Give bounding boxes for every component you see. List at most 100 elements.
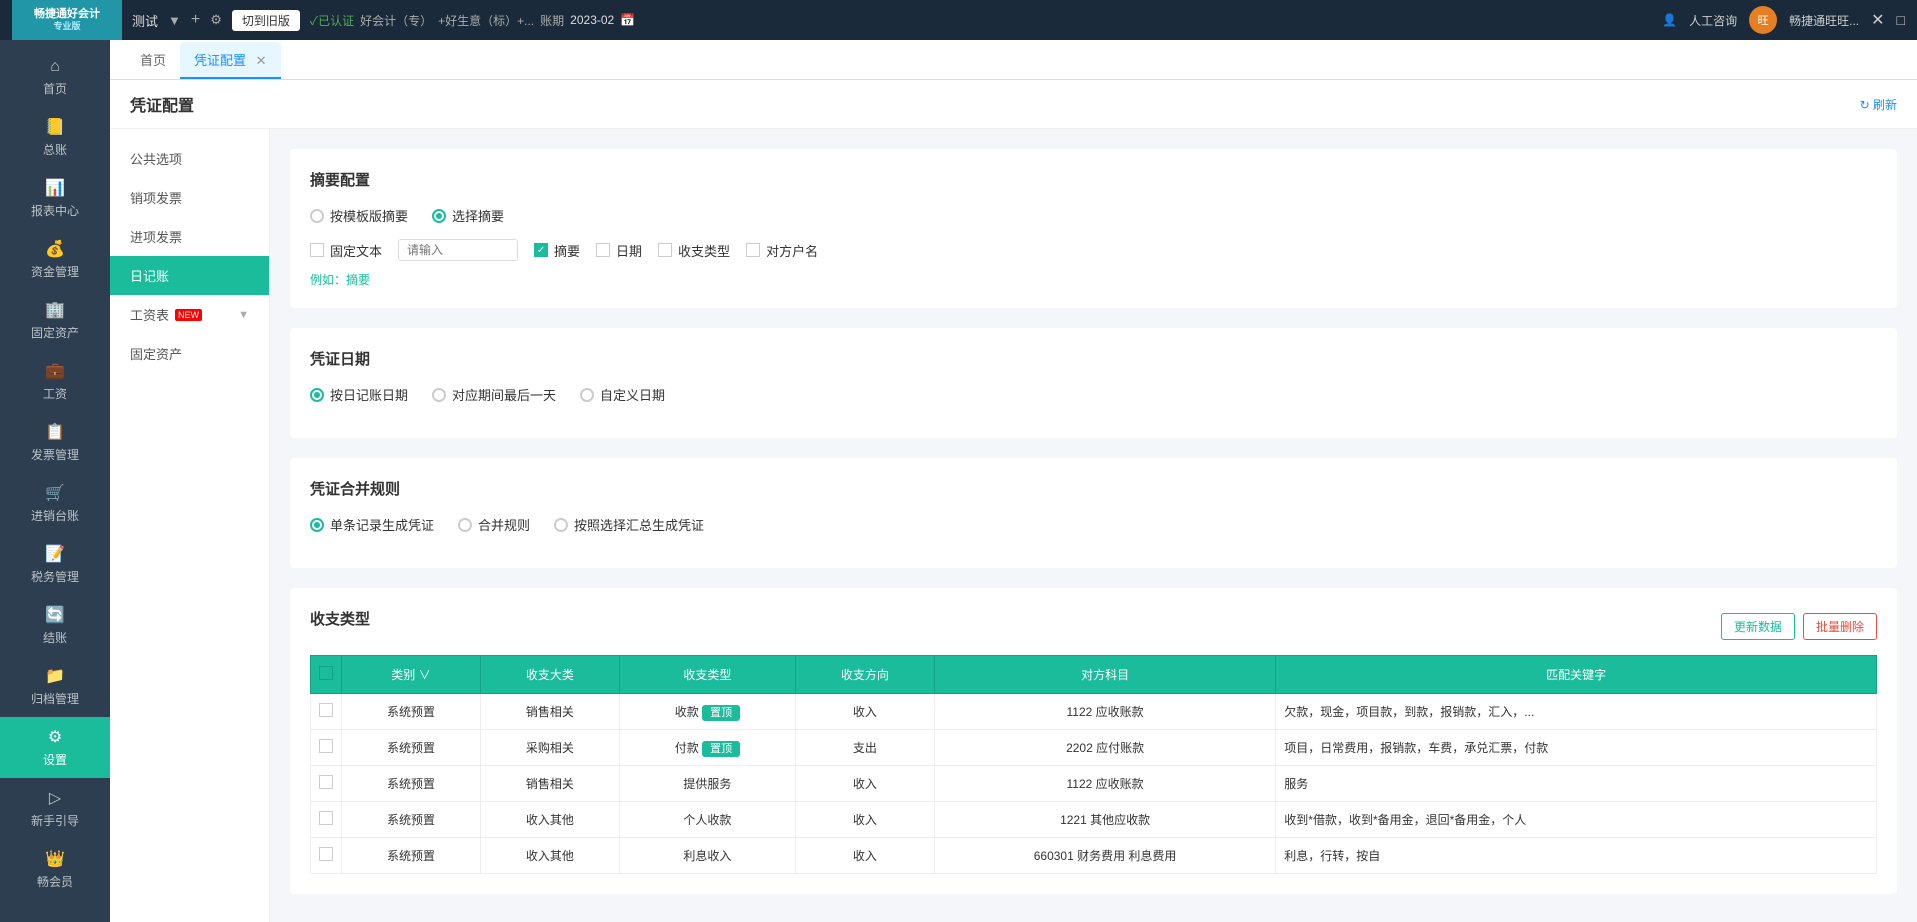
radio-custom-date-circle: [580, 388, 594, 402]
calendar-icon[interactable]: 📅: [620, 13, 635, 27]
radio-merge-rule[interactable]: 合并规则: [458, 515, 530, 534]
sidebar-item-settings[interactable]: ⚙ 设置: [0, 717, 110, 778]
member-icon: 👑: [45, 849, 65, 869]
sidebar-item-tax[interactable]: 📝 税务管理: [0, 534, 110, 595]
tab-voucher-config[interactable]: 凭证配置 ✕: [180, 42, 281, 79]
refresh-button[interactable]: ↻ 刷新: [1860, 96, 1897, 113]
content-body: 公共选项 销项发票 进项发票 日记账 工资表 NEW ▼ 固定资产: [110, 129, 1917, 922]
radio-select-total[interactable]: 按照选择汇总生成凭证: [554, 515, 704, 534]
row-checkbox-3[interactable]: [311, 802, 342, 838]
income-expense-table: 类别 ∨ 收支大类 收支类型 收支方向 对方科目 匹配关键字: [310, 655, 1877, 874]
sidebar-item-member[interactable]: 👑 畅会员: [0, 839, 110, 900]
sidebar-label-settings: 设置: [43, 751, 67, 768]
row-direction-1: 支出: [795, 730, 934, 766]
left-nav-sales-invoice[interactable]: 销项发票: [110, 178, 269, 217]
update-data-button[interactable]: 更新数据: [1721, 613, 1795, 640]
sidebar-item-purchase[interactable]: 🛒 进销台账: [0, 473, 110, 534]
home-icon: ⌂: [50, 58, 60, 76]
row-major-type-4: 收入其他: [480, 838, 619, 874]
income-type-text-1: 付款: [675, 741, 699, 755]
row-income-type-3: 个人收款: [619, 802, 795, 838]
sidebar-label-archive: 归档管理: [31, 690, 79, 707]
checkbox-income-type[interactable]: 收支类型: [658, 241, 730, 260]
help-label[interactable]: 人工咨询: [1689, 12, 1737, 29]
radio-by-template-label: 按模板版摘要: [330, 206, 408, 225]
row-category-0: 系统预置: [342, 694, 481, 730]
avatar[interactable]: 旺: [1749, 6, 1777, 34]
guide-icon: ▷: [49, 788, 61, 808]
left-nav-fixed-assets[interactable]: 固定资产: [110, 334, 269, 373]
row-category-3: 系统预置: [342, 802, 481, 838]
row-major-type-1: 采购相关: [480, 730, 619, 766]
radio-by-daily[interactable]: 按日记账日期: [310, 385, 408, 404]
checkbox-fixed-text[interactable]: 固定文本: [310, 241, 382, 260]
add-icon[interactable]: +: [191, 11, 200, 29]
radio-period-last[interactable]: 对应期间最后一天: [432, 385, 556, 404]
settings-icon[interactable]: ⚙: [210, 12, 222, 28]
row-checkbox-1[interactable]: [311, 730, 342, 766]
checkbox-date[interactable]: 日期: [596, 241, 642, 260]
table-action-buttons: 更新数据 批量删除: [1721, 613, 1877, 640]
tab-home-label: 首页: [140, 53, 166, 68]
sidebar-item-asset[interactable]: 🏢 固定资产: [0, 290, 110, 351]
radio-by-template[interactable]: 按模板版摘要: [310, 206, 408, 225]
left-nav-daily-account[interactable]: 日记账: [110, 256, 269, 295]
sidebar-item-guide[interactable]: ▷ 新手引导: [0, 778, 110, 839]
sidebar-item-home[interactable]: ⌂ 首页: [0, 48, 110, 107]
row-direction-2: 收入: [795, 766, 934, 802]
tab-home[interactable]: 首页: [126, 42, 180, 79]
sidebar-item-settlement[interactable]: 🔄 结账: [0, 595, 110, 656]
reset-tag-1[interactable]: 置顶: [702, 741, 740, 757]
left-nav: 公共选项 销项发票 进项发票 日记账 工资表 NEW ▼ 固定资产: [110, 129, 270, 922]
th-income-type: 收支类型: [619, 656, 795, 694]
fund-icon: 💰: [45, 239, 65, 259]
sidebar-item-invoice[interactable]: 📋 发票管理: [0, 412, 110, 473]
example-text: 例如：摘要: [310, 271, 1877, 288]
checkbox-fixed-text-box: [310, 243, 324, 257]
row-direction-4: 收入: [795, 838, 934, 874]
switch-version-button[interactable]: 切到旧版: [232, 10, 300, 31]
row-checkbox-2[interactable]: [311, 766, 342, 802]
fixed-text-input[interactable]: [398, 239, 518, 261]
sidebar-label-fund: 资金管理: [31, 263, 79, 280]
row-checkbox-4[interactable]: [311, 838, 342, 874]
dropdown-arrow-icon[interactable]: ▼: [168, 13, 181, 28]
checkbox-counterpart[interactable]: 对方户名: [746, 241, 818, 260]
tab-close-icon[interactable]: ✕: [256, 53, 267, 68]
row-checkbox-0[interactable]: [311, 694, 342, 730]
sidebar-item-archive[interactable]: 📁 归档管理: [0, 656, 110, 717]
radio-single-record[interactable]: 单条记录生成凭证: [310, 515, 434, 534]
reset-tag-0[interactable]: 置顶: [702, 705, 740, 721]
left-nav-salary-table[interactable]: 工资表 NEW ▼: [110, 295, 269, 334]
left-nav-fixed-label: 固定资产: [130, 344, 182, 363]
radio-select-summary[interactable]: 选择摘要: [432, 206, 504, 225]
status-tags: ✓已认证 好会计（专） +好生意（标）+... 账期 2023-02 📅: [310, 12, 635, 29]
table-row: 系统预置 销售相关 收款 置顶 收入 1122 应收账款 欠款，现金，项目款，到…: [311, 694, 1877, 730]
sidebar-item-salary[interactable]: 💼 工资: [0, 351, 110, 412]
left-nav-public-options[interactable]: 公共选项: [110, 139, 269, 178]
checkbox-summary[interactable]: ✓ 摘要: [534, 241, 580, 260]
sidebar-item-ledger[interactable]: 📒 总账: [0, 107, 110, 168]
sidebar-item-fund[interactable]: 💰 资金管理: [0, 229, 110, 290]
close-window-icon[interactable]: ✕: [1871, 10, 1884, 30]
content-header: 凭证配置 ↻ 刷新: [110, 80, 1917, 129]
sidebar-item-report[interactable]: 📊 报表中心: [0, 168, 110, 229]
table-header-row: 收支类型 更新数据 批量删除: [310, 608, 1877, 645]
main-content: 首页 凭证配置 ✕ 凭证配置 ↻ 刷新 公共选项 销项发票: [110, 40, 1917, 922]
batch-delete-button[interactable]: 批量删除: [1803, 613, 1877, 640]
row-major-type-0: 销售相关: [480, 694, 619, 730]
chevron-down-icon: ▼: [238, 309, 249, 321]
maximize-window-icon[interactable]: □: [1897, 12, 1905, 28]
merge-rules-section: 凭证合并规则 单条记录生成凭证 合并规则 按照选择汇总生成凭证: [290, 458, 1897, 568]
tab-voucher-label: 凭证配置: [194, 53, 246, 68]
table-body: 系统预置 销售相关 收款 置顶 收入 1122 应收账款 欠款，现金，项目款，到…: [311, 694, 1877, 874]
left-nav-daily-label: 日记账: [130, 266, 169, 285]
left-nav-purchase-invoice[interactable]: 进项发票: [110, 217, 269, 256]
row-keyword-1: 项目，日常费用，报销款，车费，承兑汇票，付款: [1276, 730, 1877, 766]
select-all-checkbox[interactable]: [319, 666, 333, 680]
tabbar: 首页 凭证配置 ✕: [110, 40, 1917, 80]
radio-custom-date[interactable]: 自定义日期: [580, 385, 665, 404]
table-row: 系统预置 收入其他 利息收入 收入 660301 财务费用 利息费用 利息，行转…: [311, 838, 1877, 874]
sidebar-label-salary: 工资: [43, 385, 67, 402]
radio-select-total-label: 按照选择汇总生成凭证: [574, 515, 704, 534]
